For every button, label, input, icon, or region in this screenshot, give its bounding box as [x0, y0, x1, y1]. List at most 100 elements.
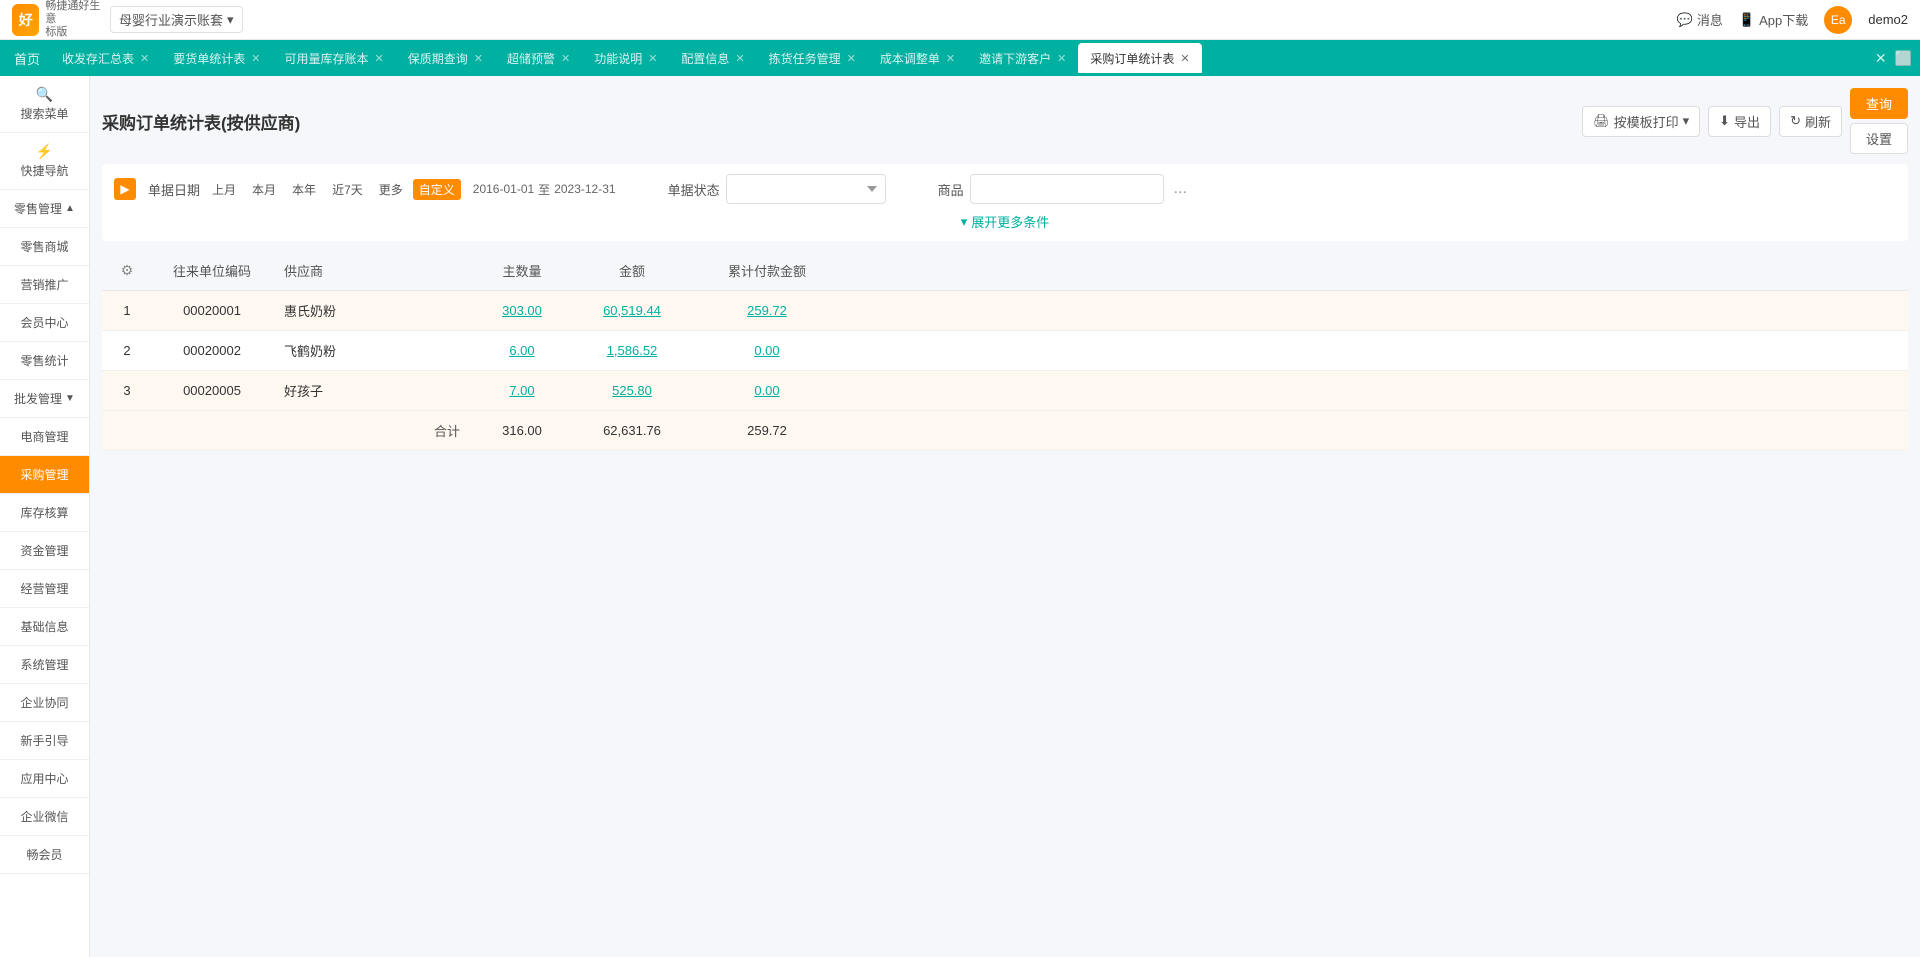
sidebar-item-vip[interactable]: 畅会员: [0, 836, 89, 874]
tab-yaohuodanguizong[interactable]: 要货单统计表 ✕: [161, 43, 272, 73]
top-bar-right: 💬 消息 📱 App下载 Ea demo2: [1677, 6, 1908, 34]
more-filters-icon[interactable]: ...: [1174, 180, 1187, 198]
row-paid: 0.00: [692, 331, 842, 371]
sidebar-item-ecommerce[interactable]: 电商管理: [0, 418, 89, 456]
sidebar-item-finance[interactable]: 资金管理: [0, 532, 89, 570]
tab-chaochuyujing[interactable]: 超储预警 ✕: [495, 43, 582, 73]
table-body: 1 00020001 惠氏奶粉 303.00 60,519.44 259.72 …: [102, 291, 1908, 411]
th-supplier: 供应商: [272, 251, 472, 291]
sidebar-item-appcenter[interactable]: 应用中心: [0, 760, 89, 798]
refresh-icon: ↻: [1790, 113, 1801, 129]
gear-icon[interactable]: ⚙: [121, 262, 134, 278]
sidebar-item-basic[interactable]: 基础信息: [0, 608, 89, 646]
date-btn-7days[interactable]: 近7天: [326, 179, 369, 200]
tab-close-icon[interactable]: ✕: [251, 52, 260, 65]
row-index: 3: [102, 371, 152, 411]
goods-filter-item: 商品 ...: [938, 174, 1187, 204]
tab-close-icon[interactable]: ✕: [946, 52, 955, 65]
tab-close-icon[interactable]: ✕: [474, 52, 483, 65]
chevron-down-icon: ▾: [1683, 113, 1690, 129]
tab-close-icon[interactable]: ✕: [847, 52, 856, 65]
row-index: 2: [102, 331, 152, 371]
footer-qty: 316.00: [472, 411, 572, 451]
sidebar-item-retail-stats[interactable]: 零售统计: [0, 342, 89, 380]
tab-caigoudingdan[interactable]: 采购订单统计表 ✕: [1078, 43, 1201, 73]
phone-icon: 📱: [1739, 12, 1755, 28]
th-code: 往来单位编码: [152, 251, 272, 291]
sidebar-item-member[interactable]: 会员中心: [0, 304, 89, 342]
tab-peizhixinxi[interactable]: 配置信息 ✕: [669, 43, 756, 73]
content-area: 采购订单统计表(按供应商) 🖨 按模板打印 ▾ ⬇ 导出 ↻ 刷新: [90, 76, 1920, 957]
sidebar-item-marketing[interactable]: 营销推广: [0, 266, 89, 304]
avatar[interactable]: Ea: [1824, 6, 1852, 34]
tab-close-icon[interactable]: ✕: [140, 52, 149, 65]
filter-toggle-button[interactable]: ▶: [114, 178, 136, 200]
tab-chuohuorenwu[interactable]: 拣货任务管理 ✕: [757, 43, 868, 73]
tab-close-icon[interactable]: ✕: [735, 52, 744, 65]
filter-bar: ▶ 单据日期 上月 本月 本年 近7天 更多 自定义 2016-0: [102, 164, 1908, 241]
th-empty: [842, 251, 1908, 291]
print-button[interactable]: 🖨 按模板打印 ▾: [1582, 106, 1700, 137]
app-download-button[interactable]: 📱 App下载: [1739, 10, 1808, 29]
sidebar-item-inventory[interactable]: 库存核算: [0, 494, 89, 532]
tab-yaoqingxiayouke[interactable]: 邀请下游客户 ✕: [967, 43, 1078, 73]
sidebar-item-retail[interactable]: 零售管理 ▲: [0, 190, 89, 228]
query-button[interactable]: 查询: [1850, 88, 1908, 119]
th-qty: 主数量: [472, 251, 572, 291]
tab-gongnengshuo[interactable]: 功能说明 ✕: [582, 43, 669, 73]
tab-maximize-icon[interactable]: ⬜: [1895, 50, 1912, 67]
date-btn-lastmonth[interactable]: 上月: [206, 179, 242, 200]
footer-label: 合计: [272, 411, 472, 451]
sidebar-item-purchase[interactable]: 采购管理: [0, 456, 89, 494]
sidebar-item-search[interactable]: 🔍 搜索菜单: [0, 76, 89, 133]
sidebar-item-newguide[interactable]: 新手引导: [0, 722, 89, 760]
logo-text: 畅捷通好生意 标版: [45, 0, 102, 39]
tab-baobaoqi[interactable]: 保质期查询 ✕: [396, 43, 495, 73]
sidebar-item-operations[interactable]: 经营管理: [0, 570, 89, 608]
row-paid: 0.00: [692, 371, 842, 411]
tab-close-all-icon[interactable]: ✕: [1875, 50, 1887, 67]
message-button[interactable]: 💬 消息: [1677, 10, 1723, 29]
date-btn-more[interactable]: 更多: [373, 179, 409, 200]
data-table: ⚙ 往来单位编码 供应商 主数量 金额 累计付款金额 1: [102, 251, 1908, 451]
sidebar-item-quicknav[interactable]: ⚡ 快捷导航: [0, 133, 89, 190]
settings-button[interactable]: 设置: [1850, 123, 1908, 154]
refresh-button[interactable]: ↻ 刷新: [1779, 106, 1842, 137]
export-button[interactable]: ⬇ 导出: [1708, 106, 1771, 137]
date-shortcuts: 上月 本月 本年 近7天 更多 自定义: [206, 179, 461, 200]
tab-close-icon[interactable]: ✕: [1057, 52, 1066, 65]
sidebar-item-system[interactable]: 系统管理: [0, 646, 89, 684]
date-btn-thisyear[interactable]: 本年: [286, 179, 322, 200]
tab-home[interactable]: 首页: [4, 49, 50, 68]
status-select[interactable]: [726, 174, 886, 204]
expand-conditions-button[interactable]: ▾ 展开更多条件: [961, 212, 1050, 231]
sidebar-item-enterprise[interactable]: 企业协同: [0, 684, 89, 722]
th-settings[interactable]: ⚙: [102, 251, 152, 291]
tab-close-icon[interactable]: ✕: [561, 52, 570, 65]
workspace-selector[interactable]: 母婴行业演示账套 ▾: [110, 6, 243, 33]
date-range-display: 2016-01-01 至 2023-12-31: [473, 181, 616, 198]
date-filter-item: 单据日期 上月 本月 本年 近7天 更多 自定义: [148, 179, 461, 200]
tab-shoufaqhuizong[interactable]: 收发存汇总表 ✕: [50, 43, 161, 73]
row-code: 00020002: [152, 331, 272, 371]
sidebar-item-wholesale[interactable]: 批发管理 ▼: [0, 380, 89, 418]
chevron-down-icon: ▾: [227, 12, 234, 28]
goods-input[interactable]: [970, 174, 1164, 204]
row-qty: 7.00: [472, 371, 572, 411]
date-btn-thismonth[interactable]: 本月: [246, 179, 282, 200]
sidebar-item-retail-shop[interactable]: 零售商城: [0, 228, 89, 266]
row-index: 1: [102, 291, 152, 331]
tab-close-icon[interactable]: ✕: [648, 52, 657, 65]
tab-chengbentiaozhen[interactable]: 成本调整单 ✕: [868, 43, 967, 73]
date-btn-custom[interactable]: 自定义: [413, 179, 461, 200]
table-row: 3 00020005 好孩子 7.00 525.80 0.00: [102, 371, 1908, 411]
row-qty: 6.00: [472, 331, 572, 371]
chevron-down-icon: ▼: [65, 393, 75, 404]
tab-close-icon[interactable]: ✕: [375, 52, 384, 65]
sidebar-item-corpwechat[interactable]: 企业微信: [0, 798, 89, 836]
flash-icon: ⚡: [36, 143, 53, 160]
tab-close-icon[interactable]: ✕: [1180, 52, 1189, 65]
row-code: 00020001: [152, 291, 272, 331]
table-header-row: ⚙ 往来单位编码 供应商 主数量 金额 累计付款金额: [102, 251, 1908, 291]
tab-keyongliang[interactable]: 可用量库存账本 ✕: [272, 43, 395, 73]
